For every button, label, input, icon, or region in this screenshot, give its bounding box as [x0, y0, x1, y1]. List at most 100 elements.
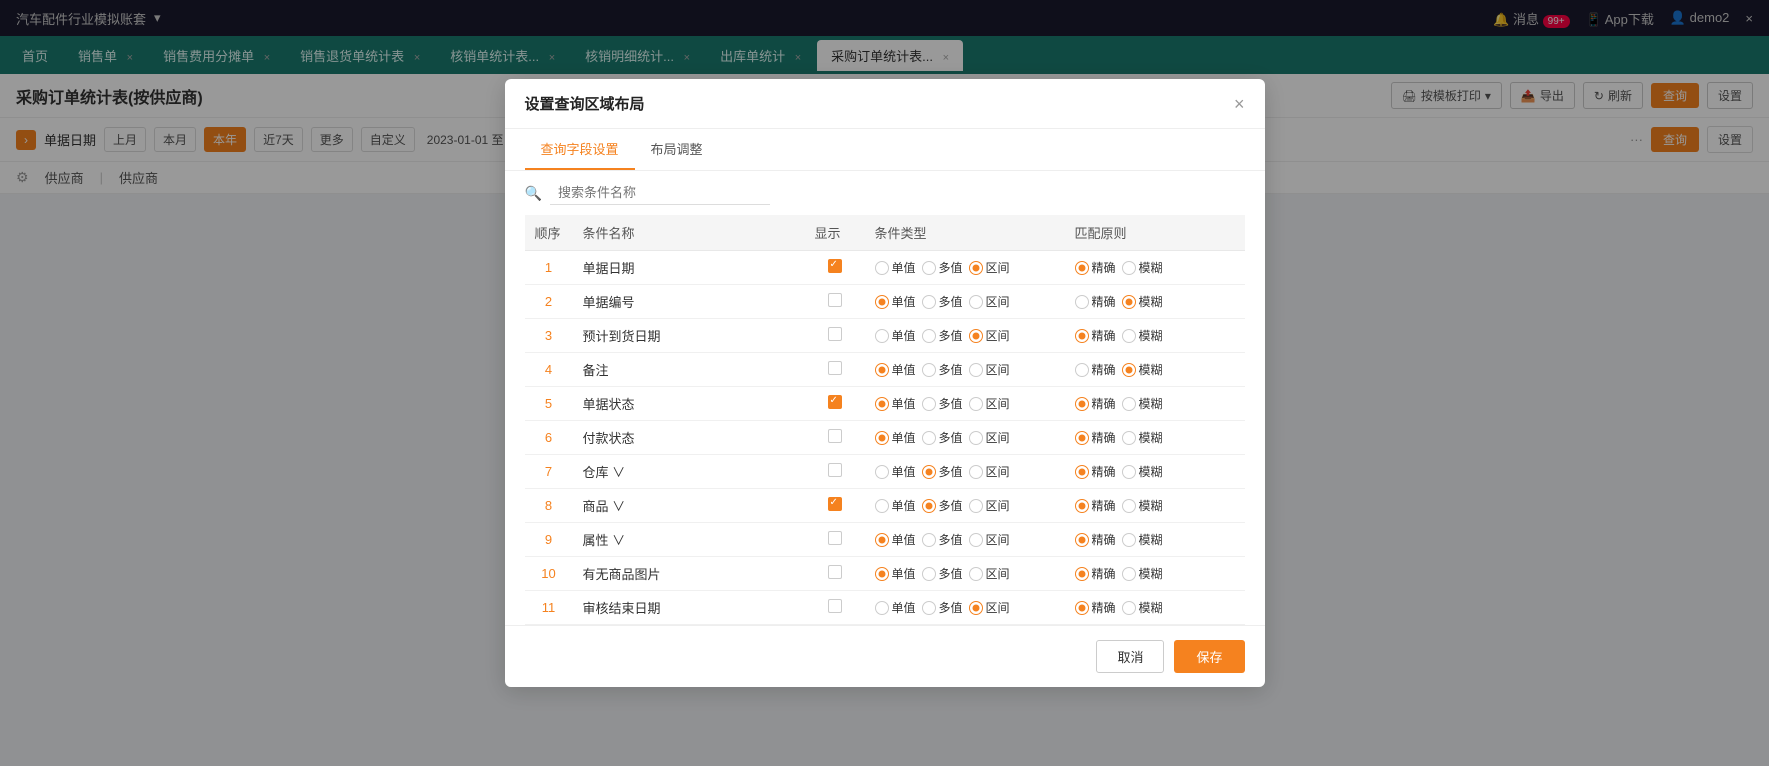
radio-type-option[interactable]: 单值 [875, 361, 916, 378]
radio-type-option[interactable]: 区间 [969, 429, 1010, 446]
radio-type-option[interactable]: 区间 [969, 361, 1010, 378]
row-display-checkbox[interactable] [805, 591, 865, 625]
radio-match-option[interactable]: 模糊 [1122, 259, 1163, 276]
radio-type-option[interactable]: 单值 [875, 259, 916, 276]
radio-match-option[interactable]: 精确 [1075, 599, 1116, 616]
row-condition-name: 属性 ∨ [573, 523, 805, 557]
checkbox-icon[interactable] [828, 497, 842, 511]
radio-type-option[interactable]: 单值 [875, 531, 916, 548]
save-button[interactable]: 保存 [1174, 640, 1244, 673]
row-match-radios: 精确模糊 [1065, 557, 1245, 591]
radio-type-option[interactable]: 区间 [969, 565, 1010, 582]
radio-type-option[interactable]: 区间 [969, 599, 1010, 616]
radio-match-option[interactable]: 精确 [1075, 497, 1116, 514]
checkbox-icon[interactable] [828, 599, 842, 613]
radio-type-option[interactable]: 多值 [922, 293, 963, 310]
radio-match-option[interactable]: 精确 [1075, 565, 1116, 582]
checkbox-icon[interactable] [828, 565, 842, 579]
dialog-tab-fields[interactable]: 查询字段设置 [525, 129, 635, 170]
radio-type-option[interactable]: 单值 [875, 327, 916, 344]
radio-type-option[interactable]: 单值 [875, 293, 916, 310]
radio-match-option[interactable]: 模糊 [1122, 429, 1163, 446]
checkbox-icon[interactable] [828, 395, 842, 409]
row-condition-name: 付款状态 [573, 421, 805, 455]
radio-type-option[interactable]: 多值 [922, 565, 963, 582]
radio-match-option[interactable]: 模糊 [1122, 463, 1163, 480]
radio-type-option[interactable]: 单值 [875, 497, 916, 514]
row-display-checkbox[interactable] [805, 523, 865, 557]
radio-type-option[interactable]: 区间 [969, 327, 1010, 344]
radio-type-option[interactable]: 区间 [969, 395, 1010, 412]
radio-match-option[interactable]: 精确 [1075, 395, 1116, 412]
radio-type-option[interactable]: 多值 [922, 531, 963, 548]
modal-overlay: 设置查询区域布局 × 查询字段设置 布局调整 🔍 顺序 条件名称 [0, 0, 1769, 766]
radio-match-option[interactable]: 模糊 [1122, 327, 1163, 344]
checkbox-icon[interactable] [828, 361, 842, 375]
dialog-tab-layout[interactable]: 布局调整 [635, 129, 719, 170]
radio-match-option[interactable]: 模糊 [1122, 361, 1163, 378]
radio-type-option[interactable]: 区间 [969, 463, 1010, 480]
radio-type-option[interactable]: 单值 [875, 599, 916, 616]
radio-label: 多值 [939, 361, 963, 378]
radio-type-option[interactable]: 区间 [969, 497, 1010, 514]
radio-type-option[interactable]: 多值 [922, 327, 963, 344]
radio-label: 模糊 [1139, 327, 1163, 344]
row-display-checkbox[interactable] [805, 455, 865, 489]
radio-type-option[interactable]: 区间 [969, 293, 1010, 310]
radio-label: 单值 [892, 497, 916, 514]
radio-label: 模糊 [1139, 599, 1163, 616]
checkbox-icon[interactable] [828, 259, 842, 273]
radio-match-option[interactable]: 模糊 [1122, 395, 1163, 412]
radio-match-option[interactable]: 模糊 [1122, 497, 1163, 514]
radio-type-option[interactable]: 多值 [922, 259, 963, 276]
row-display-checkbox[interactable] [805, 251, 865, 285]
table-row: 8商品 ∨单值多值区间精确模糊 [525, 489, 1245, 523]
radio-match-option[interactable]: 模糊 [1122, 565, 1163, 582]
radio-circle-icon [875, 295, 889, 309]
table-row: 1单据日期单值多值区间精确模糊 [525, 251, 1245, 285]
radio-match-option[interactable]: 模糊 [1122, 599, 1163, 616]
radio-type-option[interactable]: 多值 [922, 429, 963, 446]
row-display-checkbox[interactable] [805, 489, 865, 523]
radio-match-option[interactable]: 模糊 [1122, 293, 1163, 310]
checkbox-icon[interactable] [828, 531, 842, 545]
radio-type-option[interactable]: 多值 [922, 599, 963, 616]
radio-label: 模糊 [1139, 463, 1163, 480]
radio-match-option[interactable]: 精确 [1075, 293, 1116, 310]
col-name-header: 条件名称 [573, 215, 805, 251]
radio-circle-icon [1075, 329, 1089, 343]
radio-type-option[interactable]: 多值 [922, 463, 963, 480]
dialog-tab-bar: 查询字段设置 布局调整 [505, 129, 1265, 171]
radio-match-option[interactable]: 精确 [1075, 327, 1116, 344]
radio-type-option[interactable]: 多值 [922, 395, 963, 412]
row-display-checkbox[interactable] [805, 557, 865, 591]
radio-type-option[interactable]: 单值 [875, 565, 916, 582]
radio-match-option[interactable]: 精确 [1075, 531, 1116, 548]
radio-type-option[interactable]: 单值 [875, 429, 916, 446]
radio-match-option[interactable]: 模糊 [1122, 531, 1163, 548]
checkbox-icon[interactable] [828, 327, 842, 341]
radio-circle-icon [922, 329, 936, 343]
radio-type-option[interactable]: 单值 [875, 463, 916, 480]
radio-type-option[interactable]: 单值 [875, 395, 916, 412]
radio-match-option[interactable]: 精确 [1075, 259, 1116, 276]
radio-match-option[interactable]: 精确 [1075, 463, 1116, 480]
row-display-checkbox[interactable] [805, 421, 865, 455]
cancel-button[interactable]: 取消 [1096, 640, 1164, 673]
checkbox-icon[interactable] [828, 463, 842, 477]
checkbox-icon[interactable] [828, 429, 842, 443]
radio-label: 多值 [939, 259, 963, 276]
checkbox-icon[interactable] [828, 293, 842, 307]
radio-type-option[interactable]: 区间 [969, 531, 1010, 548]
row-display-checkbox[interactable] [805, 319, 865, 353]
radio-type-option[interactable]: 区间 [969, 259, 1010, 276]
dialog-search-input[interactable] [550, 181, 770, 205]
row-display-checkbox[interactable] [805, 285, 865, 319]
row-display-checkbox[interactable] [805, 387, 865, 421]
radio-type-option[interactable]: 多值 [922, 361, 963, 378]
radio-match-option[interactable]: 精确 [1075, 361, 1116, 378]
row-display-checkbox[interactable] [805, 353, 865, 387]
dialog-close-button[interactable]: × [1234, 95, 1245, 113]
radio-type-option[interactable]: 多值 [922, 497, 963, 514]
radio-match-option[interactable]: 精确 [1075, 429, 1116, 446]
